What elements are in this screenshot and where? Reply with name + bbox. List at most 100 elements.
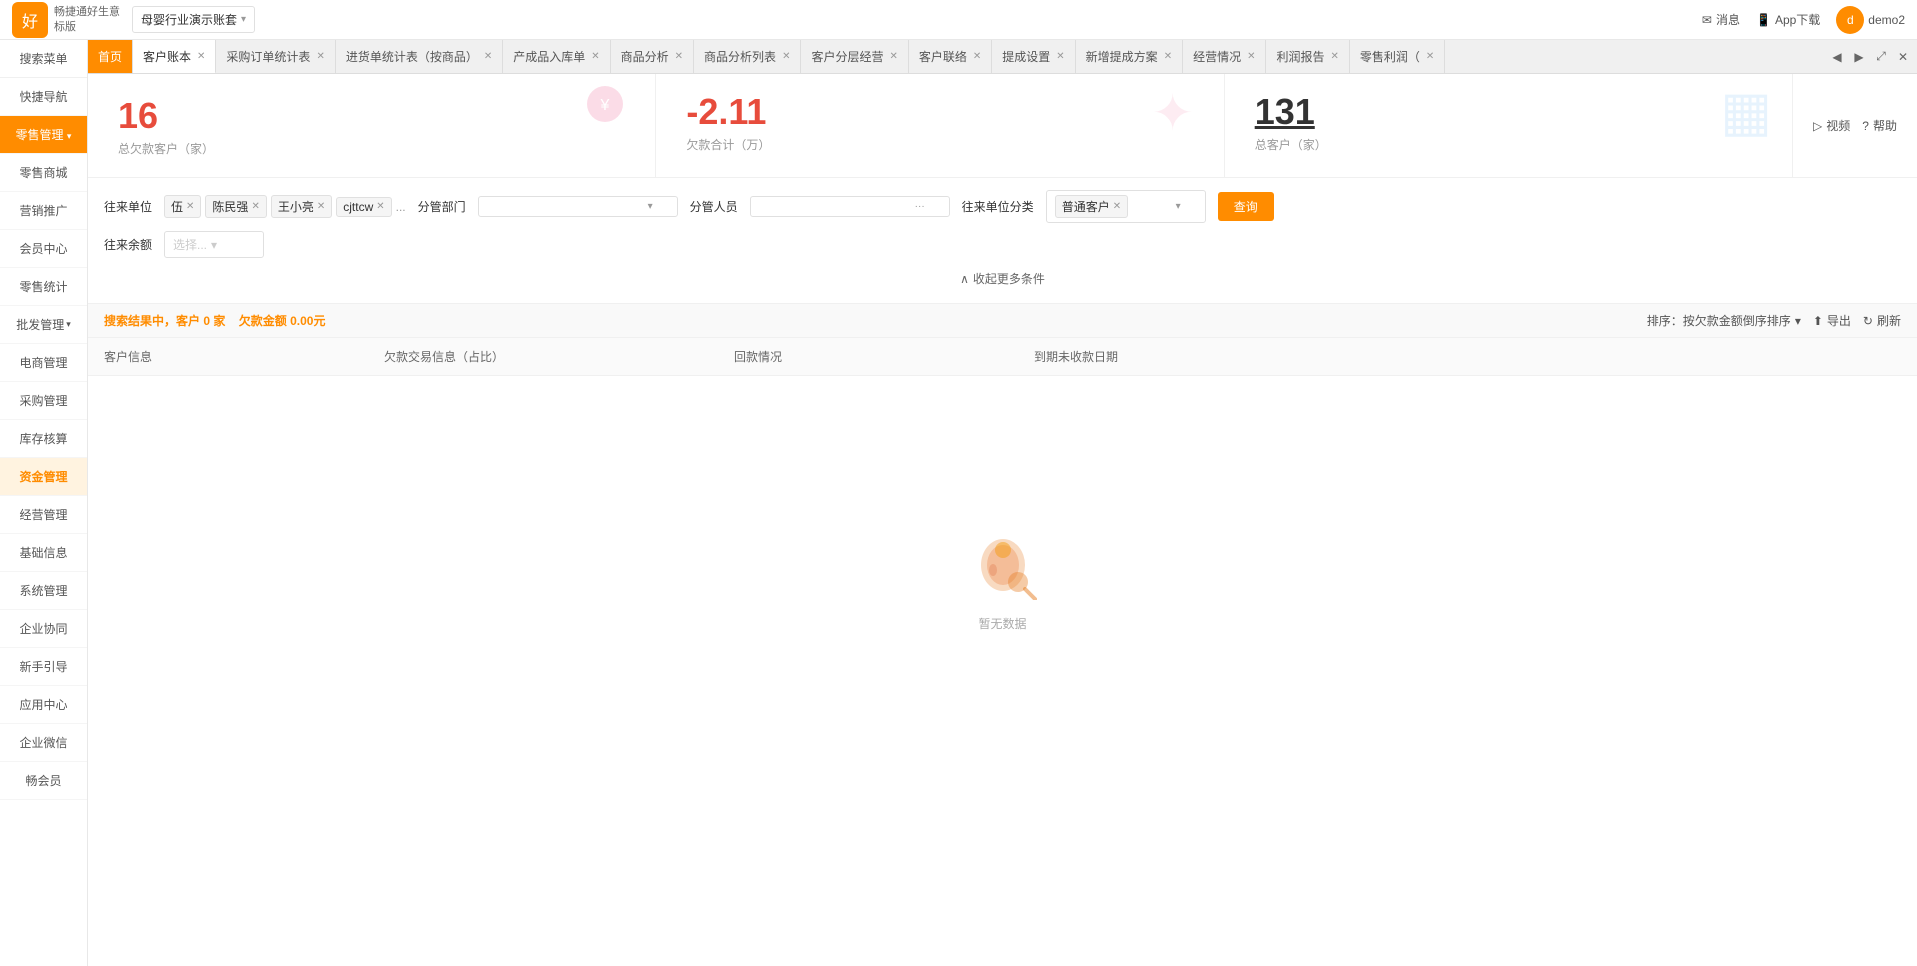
sidebar-item-inventory-check[interactable]: 库存核算 [0, 420, 87, 458]
close-tab-icon[interactable]: ✕ [197, 51, 205, 62]
logo-icon: 好 [12, 2, 48, 38]
filter-tag-cjttcw: cjttcw ✕ [336, 197, 391, 217]
remove-tag-wu[interactable]: ✕ [186, 201, 194, 212]
help-icon: ? [1862, 119, 1869, 133]
tab-profit-report[interactable]: 利润报告 ✕ [1266, 40, 1349, 74]
user-area[interactable]: d demo2 [1836, 6, 1905, 34]
person-label: 分管人员 [690, 198, 738, 215]
sidebar-item-enterprise-collab[interactable]: 企业协同 [0, 610, 87, 648]
sort-select[interactable]: 排序：按欠款金额倒序排序 ▾ [1647, 312, 1801, 329]
tab-customer-account[interactable]: 客户账本 ✕ [133, 40, 216, 74]
remove-category-tag[interactable]: ✕ [1113, 201, 1121, 212]
close-tab-icon[interactable]: ✕ [782, 51, 790, 62]
tab-next-button[interactable]: ▶ [1849, 47, 1869, 67]
tab-goods-analysis[interactable]: 商品分析 ✕ [611, 40, 694, 74]
stat-number-debt-customers: 16 [118, 98, 158, 134]
tab-close-all-button[interactable]: ✕ [1893, 47, 1913, 67]
balance-select[interactable]: 选择... ▾ [164, 231, 264, 258]
tab-customer-contact[interactable]: 客户联络 ✕ [909, 40, 992, 74]
video-button[interactable]: ▷ 视频 [1813, 117, 1850, 134]
sidebar-item-search-menu[interactable]: 搜索菜单 [0, 40, 87, 78]
empty-icon [963, 520, 1043, 603]
filter-tag-wu: 伍 ✕ [164, 195, 201, 218]
category-select[interactable]: 普通客户 ✕ ▾ [1046, 190, 1206, 223]
category-chevron-icon: ▾ [1176, 201, 1181, 212]
close-tab-icon[interactable]: ✕ [675, 51, 683, 62]
sidebar-item-retail-stats[interactable]: 零售统计 [0, 268, 87, 306]
tab-maximize-button[interactable]: ⤢ [1871, 47, 1891, 67]
query-button[interactable]: 查询 [1218, 192, 1274, 221]
remove-tag-chen[interactable]: ✕ [251, 201, 259, 212]
refresh-button[interactable]: ↻ 刷新 [1863, 312, 1901, 329]
sidebar-item-app-center[interactable]: 应用中心 [0, 686, 87, 724]
stat-label-total-customers: 总客户（家） [1255, 136, 1327, 153]
tab-instock-stats[interactable]: 进货单统计表（按商品） ✕ [336, 40, 503, 74]
close-tab-icon[interactable]: ✕ [591, 51, 599, 62]
sidebar-item-vip-member[interactable]: 畅会员 [0, 762, 87, 800]
close-tab-icon[interactable]: ✕ [1247, 51, 1255, 62]
filter-row-1: 往来单位 伍 ✕ 陈民强 ✕ 王小亮 ✕ [104, 190, 1901, 223]
collapse-button[interactable]: ∧ 收起更多条件 [952, 266, 1053, 291]
sidebar-item-wholesale-mgmt[interactable]: 批发管理 ▾ [0, 306, 87, 344]
top-bar: 好 畅捷通好生意 标版 母婴行业演示账套 ▾ ✉ 消息 📱 App下载 d de… [0, 0, 1917, 40]
dept-chevron-icon: ▾ [648, 201, 653, 212]
tab-goods-analysis-list[interactable]: 商品分析列表 ✕ [694, 40, 801, 74]
sidebar-item-new-guide[interactable]: 新手引导 [0, 648, 87, 686]
export-icon: ⬆ [1813, 314, 1823, 328]
logo-area: 好 畅捷通好生意 标版 [12, 2, 120, 38]
dept-label: 分管部门 [418, 198, 466, 215]
col-debt-info: 欠款交易信息（占比） [384, 348, 734, 365]
sidebar-item-marketing[interactable]: 营销推广 [0, 192, 87, 230]
filter-more-button[interactable]: ... [396, 200, 406, 214]
video-icon: ▷ [1813, 119, 1822, 133]
tab-home[interactable]: 首页 [88, 40, 133, 74]
message-button[interactable]: ✉ 消息 [1702, 11, 1740, 28]
filter-bar: 往来单位 伍 ✕ 陈民强 ✕ 王小亮 ✕ [88, 178, 1917, 304]
sidebar-item-enterprise-wechat[interactable]: 企业微信 [0, 724, 87, 762]
close-tab-icon[interactable]: ✕ [973, 51, 981, 62]
app-download-button[interactable]: 📱 App下载 [1756, 11, 1820, 28]
content-area: 首页 客户账本 ✕ 采购订单统计表 ✕ 进货单统计表（按商品） ✕ 产成品入库单… [88, 40, 1917, 966]
empty-state: 暂无数据 [963, 460, 1043, 692]
result-actions: 排序：按欠款金额倒序排序 ▾ ⬆ 导出 ↻ 刷新 [1647, 312, 1901, 329]
close-tab-icon[interactable]: ✕ [1331, 51, 1339, 62]
sidebar-item-retail-mall[interactable]: 零售商城 [0, 154, 87, 192]
tab-promotion-settings[interactable]: 提成设置 ✕ [992, 40, 1075, 74]
tab-purchase-order[interactable]: 采购订单统计表 ✕ [216, 40, 335, 74]
close-tab-icon[interactable]: ✕ [1164, 51, 1172, 62]
export-button[interactable]: ⬆ 导出 [1813, 312, 1851, 329]
close-tab-icon[interactable]: ✕ [316, 51, 324, 62]
close-tab-icon[interactable]: ✕ [1056, 51, 1064, 62]
sidebar-item-quick-nav[interactable]: 快捷导航 [0, 78, 87, 116]
stat-label-debt-amount: 欠款合计（万） [686, 136, 770, 153]
tab-new-promotion[interactable]: 新增提成方案 ✕ [1076, 40, 1183, 74]
tab-production-in[interactable]: 产成品入库单 ✕ [503, 40, 610, 74]
tab-customer-layer[interactable]: 客户分层经营 ✕ [801, 40, 908, 74]
main-layout: 搜索菜单 快捷导航 零售管理 ▾ 零售商城 营销推广 会员中心 零售统计 批发管… [0, 40, 1917, 966]
remove-tag-wang[interactable]: ✕ [317, 201, 325, 212]
filter-tag-wang: 王小亮 ✕ [271, 195, 332, 218]
sidebar-item-system-mgmt[interactable]: 系统管理 [0, 572, 87, 610]
org-selector[interactable]: 母婴行业演示账套 ▾ [132, 6, 255, 33]
search-result-bar: 搜索结果中，客户 0 家 欠款金额 0.00元 排序：按欠款金额倒序排序 ▾ ⬆… [88, 304, 1917, 338]
tab-retail-profit[interactable]: 零售利润（ ✕ [1350, 40, 1445, 74]
sidebar-item-ecommerce-mgmt[interactable]: 电商管理 [0, 344, 87, 382]
person-select[interactable]: ··· [750, 196, 950, 217]
message-icon: ✉ [1702, 13, 1712, 27]
tab-business-status[interactable]: 经营情况 ✕ [1183, 40, 1266, 74]
dept-select[interactable]: ▾ [478, 196, 678, 217]
stat-total-customers: ▦ 131 总客户（家） [1224, 74, 1792, 177]
help-button[interactable]: ? 帮助 [1862, 117, 1897, 134]
sidebar-item-purchase-mgmt[interactable]: 采购管理 [0, 382, 87, 420]
sidebar-item-retail-mgmt[interactable]: 零售管理 ▾ [0, 116, 87, 154]
sidebar-item-business-mgmt[interactable]: 经营管理 [0, 496, 87, 534]
sidebar-item-basic-info[interactable]: 基础信息 [0, 534, 87, 572]
remove-tag-cjttcw[interactable]: ✕ [376, 201, 384, 212]
close-tab-icon[interactable]: ✕ [484, 51, 492, 62]
page-content: ¥ 16 总欠款客户（家） ✦ -2.11 欠款合计（万） ▦ 131 总客户（… [88, 74, 1917, 966]
close-tab-icon[interactable]: ✕ [889, 51, 897, 62]
tab-prev-button[interactable]: ◀ [1827, 47, 1847, 67]
sidebar-item-finance-mgmt[interactable]: 资金管理 [0, 458, 87, 496]
close-tab-icon[interactable]: ✕ [1426, 51, 1434, 62]
sidebar-item-member-center[interactable]: 会员中心 [0, 230, 87, 268]
